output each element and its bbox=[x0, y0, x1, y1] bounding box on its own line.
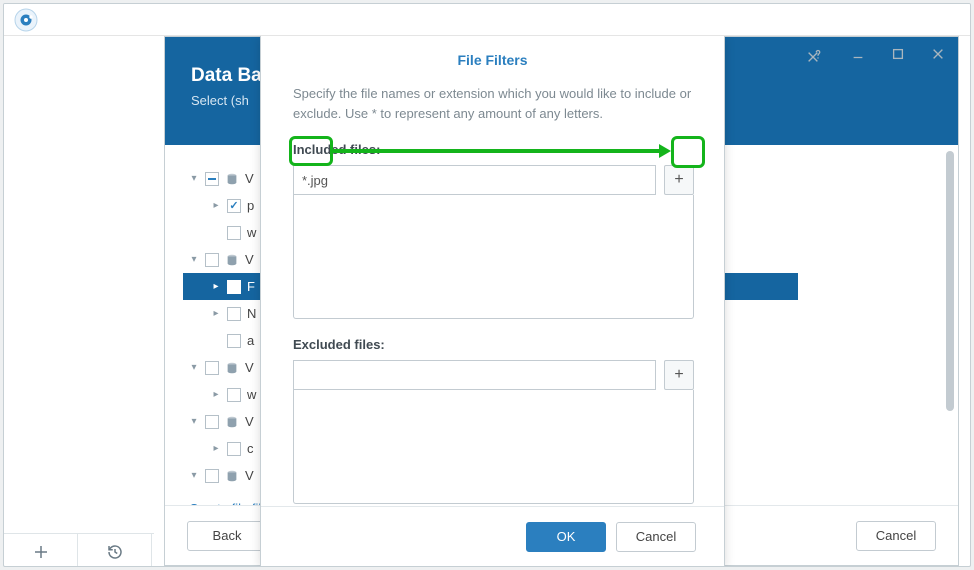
modal-cancel-button[interactable]: Cancel bbox=[616, 522, 696, 552]
tree-twisty-icon[interactable]: ▾ bbox=[189, 254, 199, 265]
excluded-files-list[interactable] bbox=[293, 390, 694, 504]
tree-item-label: F bbox=[247, 279, 255, 294]
tree-checkbox[interactable] bbox=[227, 226, 241, 240]
tree-item-label: N bbox=[247, 306, 256, 321]
volume-icon bbox=[225, 415, 239, 429]
window-maximize-button[interactable] bbox=[878, 37, 918, 71]
sidebar-dock bbox=[4, 533, 154, 566]
tree-twisty-icon[interactable]: ▾ bbox=[189, 173, 199, 184]
tree-item-label: V bbox=[245, 360, 254, 375]
tree-checkbox[interactable] bbox=[227, 334, 241, 348]
excluded-files-input[interactable] bbox=[293, 360, 656, 390]
modal-footer: OK Cancel bbox=[261, 506, 724, 566]
tree-checkbox[interactable] bbox=[205, 253, 219, 267]
excluded-files-label: Excluded files: bbox=[293, 337, 694, 352]
history-button[interactable] bbox=[78, 534, 152, 566]
app-window: Data Ba Select (sh ▾V▸pw▾V▸F▸Na▾V▸w▾V▸c▾… bbox=[3, 3, 971, 567]
tree-item-label: V bbox=[245, 414, 254, 429]
modal-title: File Filters bbox=[261, 36, 724, 84]
included-files-list[interactable] bbox=[293, 195, 694, 319]
tree-item-label: a bbox=[247, 333, 254, 348]
dialog-cancel-button[interactable]: Cancel bbox=[856, 521, 936, 551]
back-button[interactable]: Back bbox=[187, 521, 267, 551]
tree-scrollbar-thumb[interactable] bbox=[946, 151, 954, 411]
tree-twisty-icon[interactable]: ▸ bbox=[211, 389, 221, 400]
tree-item-label: V bbox=[245, 468, 254, 483]
tree-item-label: w bbox=[247, 225, 256, 240]
tree-item-label: V bbox=[245, 171, 254, 186]
tree-item-label: c bbox=[247, 441, 254, 456]
tree-checkbox[interactable] bbox=[205, 469, 219, 483]
window-close-button[interactable] bbox=[918, 37, 958, 71]
tree-checkbox[interactable] bbox=[227, 307, 241, 321]
tree-checkbox[interactable] bbox=[205, 361, 219, 375]
tree-twisty-icon[interactable]: ▾ bbox=[189, 470, 199, 481]
included-files-label: Included files: bbox=[293, 142, 694, 157]
tree-twisty-icon[interactable]: ▸ bbox=[211, 200, 221, 211]
volume-icon bbox=[225, 361, 239, 375]
tree-item-label: V bbox=[245, 252, 254, 267]
ok-button[interactable]: OK bbox=[526, 522, 606, 552]
titlebar bbox=[4, 4, 970, 36]
volume-icon bbox=[225, 253, 239, 267]
tree-twisty-icon[interactable]: ▾ bbox=[189, 416, 199, 427]
file-filters-modal: File Filters Specify the file names or e… bbox=[260, 36, 725, 566]
included-files-input[interactable] bbox=[293, 165, 656, 195]
add-task-button[interactable] bbox=[4, 534, 78, 566]
window-minimize-button[interactable] bbox=[838, 37, 878, 71]
tree-scrollbar[interactable] bbox=[946, 151, 954, 499]
tree-checkbox[interactable] bbox=[205, 415, 219, 429]
volume-icon bbox=[225, 172, 239, 186]
tree-checkbox[interactable] bbox=[205, 172, 219, 186]
tree-checkbox[interactable] bbox=[227, 388, 241, 402]
tree-checkbox[interactable] bbox=[227, 442, 241, 456]
tree-twisty-icon[interactable]: ▸ bbox=[211, 443, 221, 454]
tree-checkbox[interactable] bbox=[227, 199, 241, 213]
included-add-button[interactable]: + bbox=[664, 165, 694, 195]
tree-twisty-icon[interactable]: ▸ bbox=[211, 308, 221, 319]
tree-twisty-icon[interactable]: ▾ bbox=[189, 362, 199, 373]
tree-item-label: p bbox=[247, 198, 254, 213]
modal-description: Specify the file names or extension whic… bbox=[293, 84, 694, 124]
app-icon bbox=[10, 4, 42, 36]
tree-checkbox[interactable] bbox=[227, 280, 241, 294]
excluded-add-button[interactable]: + bbox=[664, 360, 694, 390]
volume-icon bbox=[225, 469, 239, 483]
tree-twisty-icon[interactable]: ▸ bbox=[211, 281, 221, 292]
tree-item-label: w bbox=[247, 387, 256, 402]
dialog-close-button[interactable] bbox=[793, 40, 833, 74]
